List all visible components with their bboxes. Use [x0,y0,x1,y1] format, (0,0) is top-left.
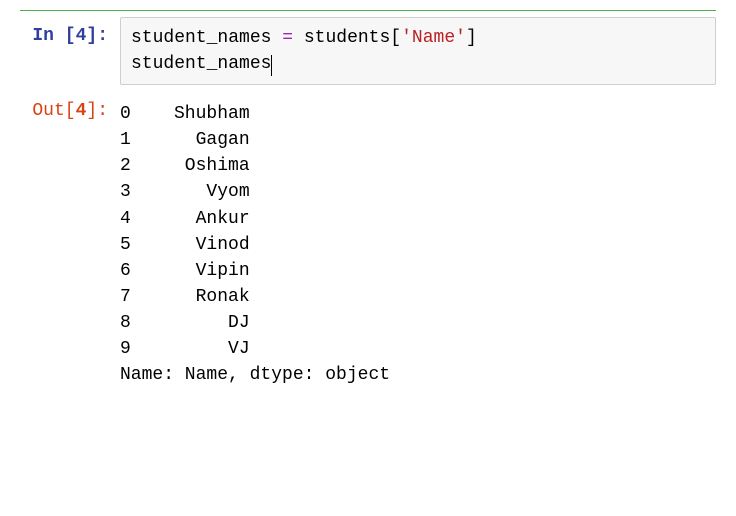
input-prompt: In [4]: [20,17,120,46]
output-prompt-prefix: Out[ [32,101,75,121]
output-row: 2 Oshima [120,153,716,179]
input-prompt-num: 4 [76,26,87,46]
token-string-quote: ' [455,28,466,48]
output-prompt-suffix: ]: [86,101,108,121]
token-string-quote: ' [401,28,412,48]
output-prompt: Out[4]: [20,99,120,121]
token-operator: = [282,28,293,48]
token-string-value: Name [412,28,455,48]
token-space [271,28,282,48]
code-line-2: student_names [131,51,705,77]
text-cursor [271,55,272,76]
output-footer: Name: Name, dtype: object [120,362,716,388]
token-variable: student_names [131,28,271,48]
cell-spacer [20,85,716,99]
token-variable: students [304,28,390,48]
input-prompt-suffix: ]: [86,26,108,46]
token-space [293,28,304,48]
token-bracket-open: [ [390,28,401,48]
output-area: 0 Shubham1 Gagan2 Oshima3 Vyom4 Ankur5 V… [120,99,716,388]
output-row: 4 Ankur [120,206,716,232]
output-row: 1 Gagan [120,127,716,153]
output-row: 6 Vipin [120,258,716,284]
cell-top-rule [20,10,716,11]
output-cell: Out[4]: 0 Shubham1 Gagan2 Oshima3 Vyom4 … [20,99,716,388]
output-row: 9 VJ [120,336,716,362]
input-prompt-prefix: In [ [32,26,75,46]
output-rows: 0 Shubham1 Gagan2 Oshima3 Vyom4 Ankur5 V… [120,101,716,362]
input-cell: In [4]: student_names = students['Name']… [20,17,716,85]
output-row: 3 Vyom [120,179,716,205]
output-row: 5 Vinod [120,232,716,258]
code-line-1: student_names = students['Name'] [131,25,705,51]
output-row: 0 Shubham [120,101,716,127]
token-variable: student_names [131,54,271,74]
output-prompt-num: 4 [76,101,87,121]
output-row: 8 DJ [120,310,716,336]
output-row: 7 Ronak [120,284,716,310]
token-bracket-close: ] [466,28,477,48]
code-input-area[interactable]: student_names = students['Name'] student… [120,17,716,85]
